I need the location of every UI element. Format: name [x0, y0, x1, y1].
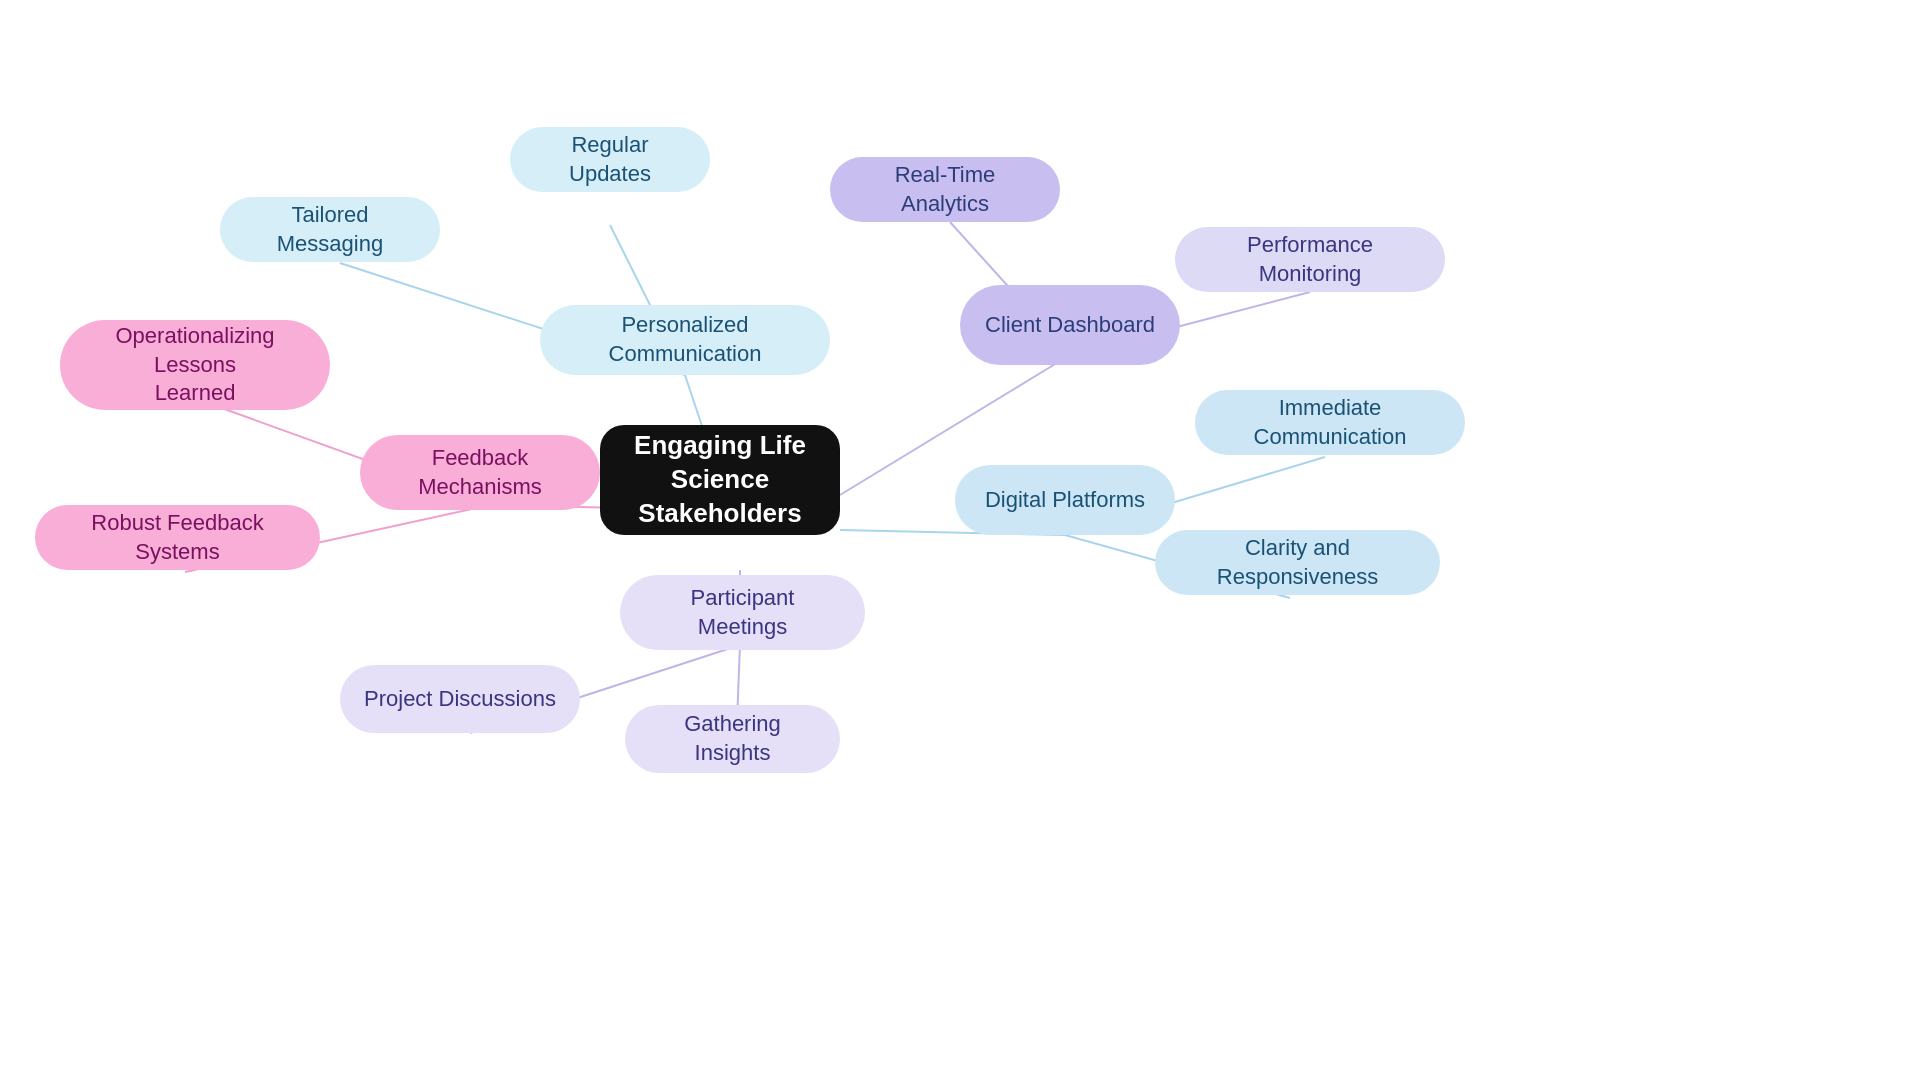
node-digital-platforms[interactable]: Digital Platforms: [955, 465, 1175, 535]
node-project-discussions[interactable]: Project Discussions: [340, 665, 580, 733]
node-immediate-communication[interactable]: Immediate Communication: [1195, 390, 1465, 455]
label: Operationalizing Lessons Learned: [84, 322, 306, 408]
label: Regular Updates: [534, 131, 686, 188]
node-participant-meetings[interactable]: Participant Meetings: [620, 575, 865, 650]
node-personalized-communication[interactable]: Personalized Communication: [540, 305, 830, 375]
label: Gathering Insights: [649, 710, 816, 767]
node-feedback-mechanisms[interactable]: Feedback Mechanisms: [360, 435, 600, 510]
node-regular-updates[interactable]: Regular Updates: [510, 127, 710, 192]
label: Robust Feedback Systems: [59, 509, 296, 566]
node-robust-feedback-systems[interactable]: Robust Feedback Systems: [35, 505, 320, 570]
node-tailored-messaging[interactable]: Tailored Messaging: [220, 197, 440, 262]
label: Tailored Messaging: [244, 201, 416, 258]
node-gathering-insights[interactable]: Gathering Insights: [625, 705, 840, 773]
node-client-dashboard[interactable]: Client Dashboard: [960, 285, 1180, 365]
label: Client Dashboard: [985, 311, 1155, 340]
center-label: Engaging Life Science Stakeholders: [620, 429, 820, 530]
node-real-time-analytics[interactable]: Real-Time Analytics: [830, 157, 1060, 222]
node-operationalizing-lessons[interactable]: Operationalizing Lessons Learned: [60, 320, 330, 410]
label: Project Discussions: [364, 685, 556, 714]
label: Personalized Communication: [564, 311, 806, 368]
center-node[interactable]: Engaging Life Science Stakeholders: [600, 425, 840, 535]
label: Feedback Mechanisms: [384, 444, 576, 501]
label: Real-Time Analytics: [854, 161, 1036, 218]
label: Clarity and Responsiveness: [1179, 534, 1416, 591]
label: Immediate Communication: [1219, 394, 1441, 451]
label: Performance Monitoring: [1199, 231, 1421, 288]
label: Digital Platforms: [985, 486, 1145, 515]
node-performance-monitoring[interactable]: Performance Monitoring: [1175, 227, 1445, 292]
label: Participant Meetings: [644, 584, 841, 641]
node-clarity-responsiveness[interactable]: Clarity and Responsiveness: [1155, 530, 1440, 595]
